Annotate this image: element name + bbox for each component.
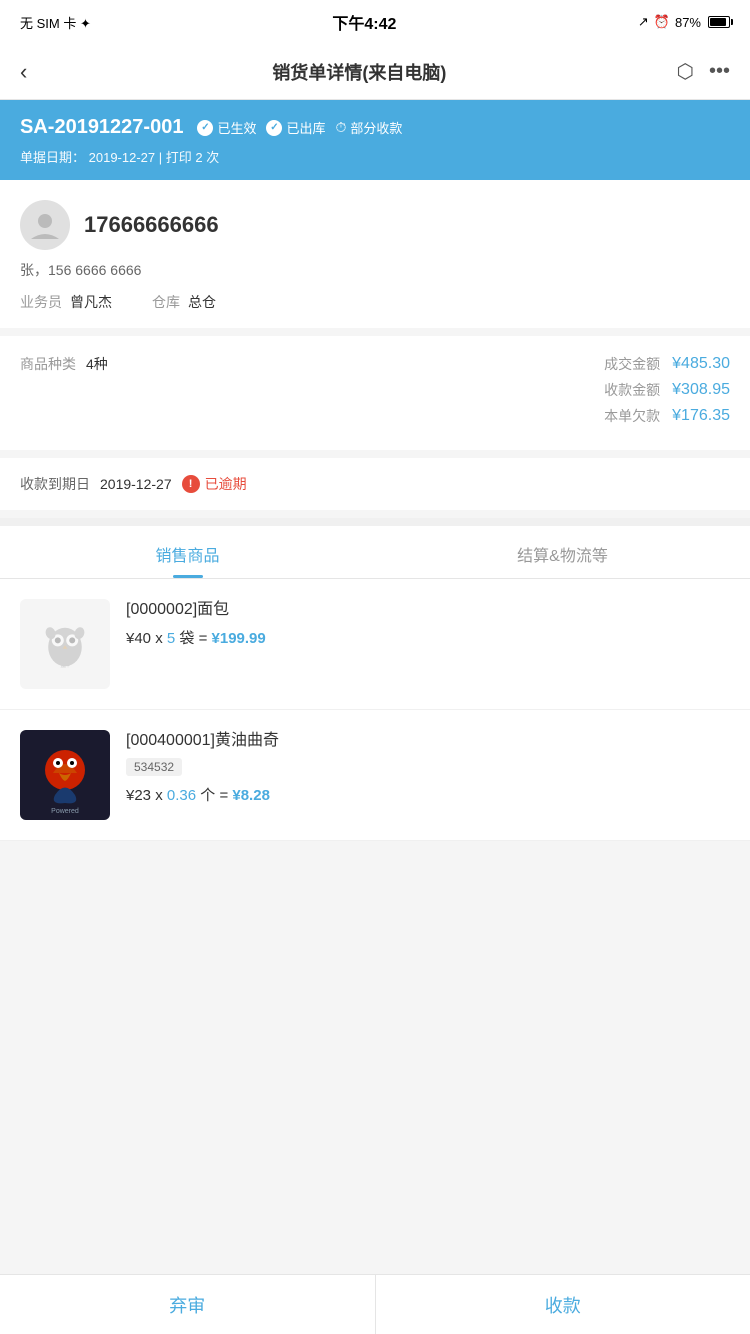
product-image-2: Powered (20, 730, 110, 820)
section-divider (0, 518, 750, 526)
nav-actions: ⬡ ••• (677, 59, 730, 84)
check-icon-2: ✓ (266, 120, 282, 136)
battery-icon (708, 16, 730, 28)
amount-row: 成交金额 ¥485.30 (604, 354, 730, 374)
back-button[interactable]: ‹ (20, 59, 42, 85)
status-left: 无 SIM 卡 ✦ (20, 13, 91, 32)
salesman-value: 曾凡杰 (70, 292, 112, 312)
salesman-label: 业务员 (20, 292, 62, 312)
product-types-label: 商品种类 (20, 354, 76, 374)
product-types-value: 4种 (86, 354, 108, 374)
product-price-2: ¥23 x 0.36 个 = ¥8.28 (126, 784, 730, 805)
received-value: ¥308.95 (672, 381, 730, 399)
alarm-icon: ⏰ (654, 14, 670, 30)
salesman-info: 业务员 曾凡杰 (20, 292, 112, 312)
product-item-1: 鱼+ [0000002]面包 ¥40 x 5 袋 = ¥199.99 (0, 579, 750, 710)
location-icon: ↗ (638, 14, 649, 30)
nav-bar: ‹ 销货单详情(来自电脑) ⬡ ••• (0, 44, 750, 100)
order-id: SA-20191227-001 (20, 116, 183, 139)
customer-phone: 17666666666 (84, 212, 219, 238)
warehouse-value: 总仓 (188, 292, 216, 312)
spacer-bottom (0, 841, 750, 911)
product-info-1: [0000002]面包 ¥40 x 5 袋 = ¥199.99 (126, 599, 730, 648)
overdue-icon: ! (182, 475, 200, 493)
product-item-2: Powered [000400001]黄油曲奇 534532 ¥23 x 0.3… (0, 710, 750, 841)
product-total-1: ¥199.99 (212, 630, 266, 647)
summary-right: 成交金额 ¥485.30 收款金额 ¥308.95 本单欠款 ¥176.35 (604, 354, 730, 432)
overdue-text: 已逾期 (205, 474, 247, 494)
product-sku-2: 534532 (126, 758, 182, 776)
warehouse-info: 仓库 总仓 (152, 292, 216, 312)
amount-label: 成交金额 (604, 354, 660, 374)
customer-sub-info: 张，156 6666 6666 (20, 260, 730, 280)
product-qty-2: 0.36 (167, 787, 196, 804)
clock-icon: ⏱ (336, 119, 347, 136)
product-name-1: [0000002]面包 (126, 599, 730, 621)
customer-section: 17666666666 张，156 6666 6666 业务员 曾凡杰 仓库 总… (0, 180, 750, 328)
bottom-action-bar: 弃审 收款 (0, 1274, 750, 1334)
order-header: SA-20191227-001 ✓ 已生效 ✓ 已出库 ⏱ 部分收款 单据日期：… (0, 100, 750, 180)
page-title: 销货单详情(来自电脑) (42, 59, 676, 85)
product-image-1: 鱼+ (20, 599, 110, 689)
abandon-review-button[interactable]: 弃审 (0, 1275, 376, 1334)
product-price-1: ¥40 x 5 袋 = ¥199.99 (126, 627, 730, 648)
product-list: 鱼+ [0000002]面包 ¥40 x 5 袋 = ¥199.99 (0, 579, 750, 841)
owed-value: ¥176.35 (672, 407, 730, 425)
tab-settlement[interactable]: 结算&物流等 (375, 526, 750, 578)
product-total-2: ¥8.28 (232, 787, 270, 804)
product-info-2: [000400001]黄油曲奇 534532 ¥23 x 0.36 个 = ¥8… (126, 730, 730, 805)
owed-row: 本单欠款 ¥176.35 (604, 406, 730, 426)
share-button[interactable]: ⬡ (677, 59, 694, 84)
owed-label: 本单欠款 (604, 406, 660, 426)
battery-percent: 87% (675, 15, 701, 30)
due-date-value: 2019-12-27 (100, 476, 172, 492)
badge-effective: ✓ 已生效 (197, 118, 256, 137)
check-icon-1: ✓ (197, 120, 213, 136)
badge-partial-payment: ⏱ 部分收款 (336, 118, 403, 137)
summary-left: 商品种类 4种 (20, 354, 108, 378)
amount-value: ¥485.30 (672, 355, 730, 373)
status-bar: 无 SIM 卡 ✦ 下午4:42 ↗ ⏰ 87% (0, 0, 750, 44)
tabs-bar: 销售商品 结算&物流等 (0, 526, 750, 579)
badge-shipped: ✓ 已出库 (266, 118, 325, 137)
due-label: 收款到期日 (20, 474, 90, 494)
summary-section: 商品种类 4种 成交金额 ¥485.30 收款金额 ¥308.95 本单欠款 ¥… (0, 336, 750, 450)
received-label: 收款金额 (604, 380, 660, 400)
due-section: 收款到期日 2019-12-27 ! 已逾期 (0, 458, 750, 510)
overdue-badge: ! 已逾期 (182, 474, 247, 494)
order-badges: ✓ 已生效 ✓ 已出库 ⏱ 部分收款 (197, 118, 402, 137)
status-right: ↗ ⏰ 87% (638, 14, 730, 30)
product-types-row: 商品种类 4种 (20, 354, 108, 374)
tab-sales-products[interactable]: 销售商品 (0, 526, 375, 578)
customer-info-row: 业务员 曾凡杰 仓库 总仓 (20, 292, 730, 312)
warehouse-label: 仓库 (152, 292, 180, 312)
more-button[interactable]: ••• (709, 60, 730, 83)
customer-avatar (20, 200, 70, 250)
collect-payment-button[interactable]: 收款 (376, 1275, 750, 1334)
product-qty-1: 5 (167, 630, 175, 647)
received-row: 收款金额 ¥308.95 (604, 380, 730, 400)
order-date-row: 单据日期： 2019-12-27 | 打印 2 次 (20, 147, 730, 166)
status-time: 下午4:42 (332, 10, 396, 34)
svg-text:Powered: Powered (51, 808, 79, 815)
product-name-2: [000400001]黄油曲奇 (126, 730, 730, 752)
